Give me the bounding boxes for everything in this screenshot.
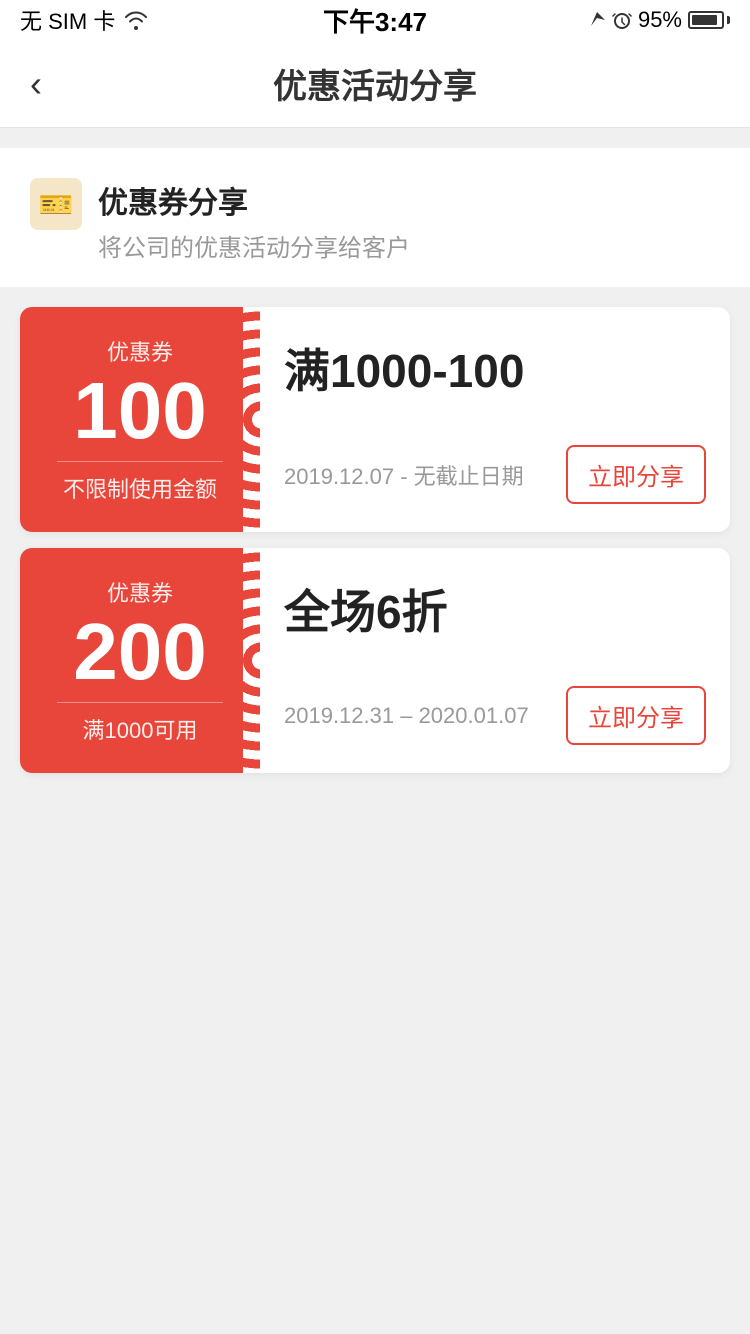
coupon-right-2: 全场6折 2019.12.31 – 2020.01.07 立即分享: [260, 548, 730, 773]
coupon-condition-2: 满1000可用: [83, 713, 198, 745]
coupon-divider-1: [57, 461, 223, 462]
status-time: 下午3:47: [323, 2, 427, 39]
coupon-label-2: 优惠券: [107, 576, 173, 608]
location-icon: [588, 11, 606, 29]
coupon-right-1: 满1000-100 2019.12.07 - 无截止日期 立即分享: [260, 307, 730, 532]
battery-percent: 95%: [638, 7, 682, 33]
coupon-name-1: 满1000-100: [284, 335, 706, 401]
background-area: [0, 773, 750, 1273]
share-button-2[interactable]: 立即分享: [566, 686, 706, 745]
section-header: 🎫 优惠券分享 将公司的优惠活动分享给客户: [0, 148, 750, 287]
coupon-list: 优惠券 100 不限制使用金额 满1000-100 2019.12.07 - 无…: [0, 287, 750, 773]
coupon-name-2: 全场6折: [284, 576, 706, 642]
coupon-condition-1: 不限制使用金额: [63, 472, 217, 504]
status-bar: 无 SIM 卡 下午3:47 95%: [0, 0, 750, 40]
coupon-bottom-2: 2019.12.31 – 2020.01.07 立即分享: [284, 686, 706, 745]
coupon-left-2: 优惠券 200 满1000可用: [20, 548, 260, 773]
nav-bar: ‹ 优惠活动分享: [0, 40, 750, 128]
coupon-card-2: 优惠券 200 满1000可用 全场6折 2019.12.31 – 2020.0…: [20, 548, 730, 773]
battery-icon: [688, 11, 730, 29]
coupon-value-1: 100: [73, 371, 206, 451]
coupon-divider-2: [57, 702, 223, 703]
status-right: 95%: [588, 7, 730, 33]
nav-title: 优惠活动分享: [273, 59, 477, 108]
section-text-group: 优惠券分享 将公司的优惠活动分享给客户: [98, 178, 410, 263]
coupon-label-1: 优惠券: [107, 335, 173, 367]
status-left: 无 SIM 卡: [20, 4, 149, 36]
carrier-label: 无 SIM 卡: [20, 4, 115, 36]
section-title: 优惠券分享: [98, 178, 410, 222]
coupon-date-2: 2019.12.31 – 2020.01.07: [284, 703, 556, 729]
section-subtitle: 将公司的优惠活动分享给客户: [98, 228, 410, 263]
coupon-card-1: 优惠券 100 不限制使用金额 满1000-100 2019.12.07 - 无…: [20, 307, 730, 532]
wifi-icon: [123, 10, 149, 30]
coupon-bottom-1: 2019.12.07 - 无截止日期 立即分享: [284, 445, 706, 504]
coupon-value-2: 200: [73, 612, 206, 692]
share-button-1[interactable]: 立即分享: [566, 445, 706, 504]
section-icon: 🎫: [30, 178, 82, 230]
coupon-date-1: 2019.12.07 - 无截止日期: [284, 459, 556, 491]
back-button[interactable]: ‹: [30, 63, 42, 105]
alarm-icon: [612, 10, 632, 30]
coupon-left-1: 优惠券 100 不限制使用金额: [20, 307, 260, 532]
